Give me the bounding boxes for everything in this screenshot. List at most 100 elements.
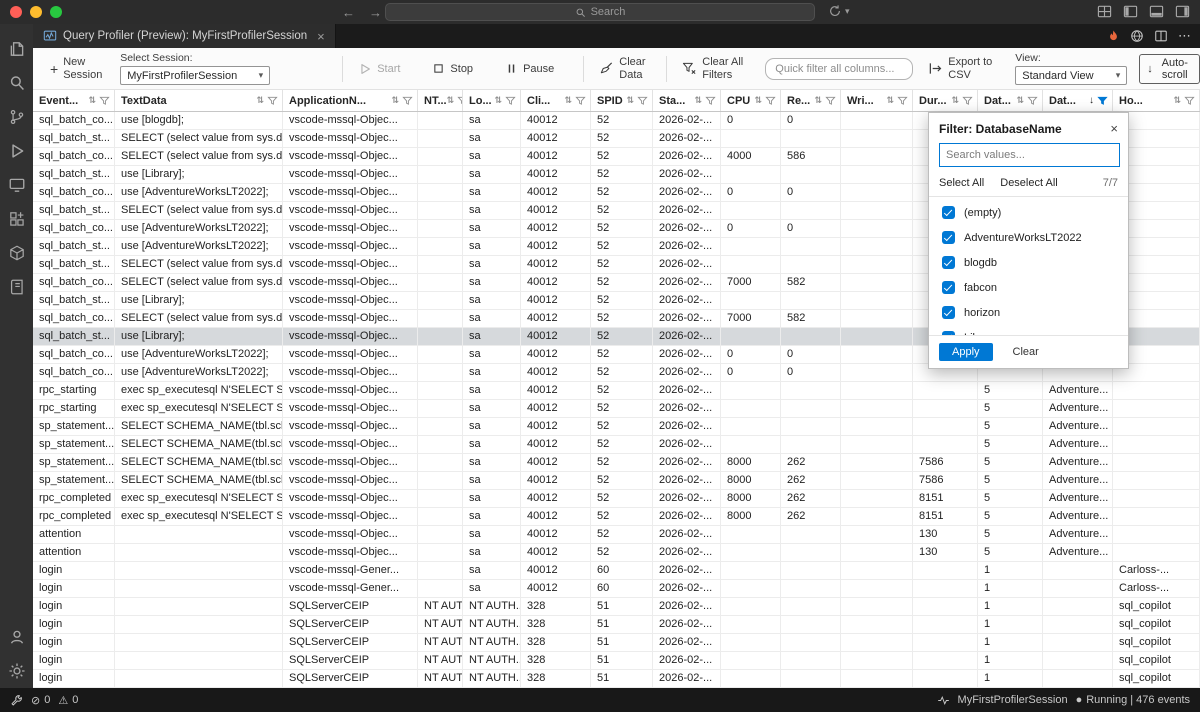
run-debug-icon[interactable]	[0, 134, 33, 168]
column-header[interactable]: Ho...⇅	[1113, 90, 1200, 111]
command-center-search[interactable]: Search	[385, 3, 815, 21]
notebook-icon[interactable]	[0, 270, 33, 304]
sort-icon[interactable]: ⇅	[447, 95, 455, 106]
table-row[interactable]: attentionvscode-mssql-Objec...sa40012522…	[33, 544, 1200, 562]
close-tab-icon[interactable]: ×	[317, 29, 325, 44]
clear-all-filters-button[interactable]: Clear All Filters	[679, 54, 753, 83]
filter-icon[interactable]	[765, 95, 776, 106]
filter-icon[interactable]	[267, 95, 278, 106]
column-header[interactable]: NT...⇅	[418, 90, 463, 111]
column-header[interactable]: SPID⇅	[591, 90, 653, 111]
toggle-panel-bottom-icon[interactable]	[1149, 4, 1164, 19]
pause-button[interactable]: Pause	[502, 60, 557, 77]
flame-icon[interactable]	[1107, 29, 1120, 43]
quick-filter-input[interactable]	[765, 58, 913, 80]
problems-indicator[interactable]: ⊘ 0 ⚠ 0	[31, 694, 78, 707]
select-all-button[interactable]: Select All	[939, 177, 984, 189]
deselect-all-button[interactable]: Deselect All	[1000, 177, 1057, 189]
sort-icon[interactable]: ⇅	[754, 95, 762, 106]
extensions-icon[interactable]	[0, 202, 33, 236]
zoom-window-button[interactable]	[50, 6, 62, 18]
sort-icon[interactable]: ⇅	[391, 95, 399, 106]
column-header[interactable]: Event...⇅	[33, 90, 115, 111]
apply-button[interactable]: Apply	[939, 343, 993, 361]
checkbox-checked-icon[interactable]	[942, 331, 955, 335]
filter-icon[interactable]	[505, 95, 516, 106]
table-row[interactable]: loginSQLServerCEIPNT AUTH...NT AUTH...32…	[33, 598, 1200, 616]
explorer-icon[interactable]	[0, 32, 33, 66]
checkbox-checked-icon[interactable]	[942, 231, 955, 244]
sort-icon[interactable]: ⇅	[694, 95, 702, 106]
sort-icon[interactable]: ⇅	[256, 95, 264, 106]
checkbox-checked-icon[interactable]	[942, 206, 955, 219]
split-editor-icon[interactable]	[1154, 29, 1168, 43]
minimize-window-button[interactable]	[30, 6, 42, 18]
clear-data-button[interactable]: Clear Data	[596, 54, 654, 83]
source-control-icon[interactable]	[0, 100, 33, 134]
filter-option[interactable]: fabcon	[929, 275, 1128, 300]
filter-option[interactable]: Library	[929, 325, 1128, 335]
table-row[interactable]: rpc_startingexec sp_executesql N'SELECT …	[33, 400, 1200, 418]
export-csv-button[interactable]: Export to CSV	[925, 54, 1003, 83]
column-header[interactable]: Sta...⇅	[653, 90, 721, 111]
table-row[interactable]: sp_statement...SELECT SCHEMA_NAME(tbl.sc…	[33, 418, 1200, 436]
sort-icon[interactable]: ⇅	[626, 95, 634, 106]
table-row[interactable]: rpc_startingexec sp_executesql N'SELECT …	[33, 382, 1200, 400]
table-row[interactable]: rpc_completedexec sp_executesql N'SELECT…	[33, 508, 1200, 526]
filter-icon[interactable]	[575, 95, 586, 106]
column-header[interactable]: Re...⇅	[781, 90, 841, 111]
stop-button[interactable]: Stop	[429, 60, 476, 77]
view-select[interactable]: Standard View ▾	[1015, 66, 1127, 85]
start-button[interactable]: Start	[355, 60, 403, 78]
column-header[interactable]: TextData⇅	[115, 90, 283, 111]
column-header[interactable]: CPU⇅	[721, 90, 781, 111]
column-header[interactable]: Wri...⇅	[841, 90, 913, 111]
new-session-button[interactable]: + New Session	[47, 54, 108, 83]
checkbox-checked-icon[interactable]	[942, 306, 955, 319]
column-header[interactable]: Dat...⇅	[978, 90, 1043, 111]
package-icon[interactable]	[0, 236, 33, 270]
column-header[interactable]: ApplicationN...⇅	[283, 90, 418, 111]
run-status-item[interactable]: ● Running | 476 events	[1076, 694, 1190, 706]
customize-layout-icon[interactable]	[1097, 4, 1112, 19]
sort-icon[interactable]: ⇅	[886, 95, 894, 106]
toggle-sidebar-left-icon[interactable]	[1123, 4, 1138, 19]
filter-icon[interactable]	[99, 95, 110, 106]
back-icon[interactable]: ←	[342, 5, 355, 20]
filter-icon[interactable]	[637, 95, 648, 106]
tab-query-profiler[interactable]: Query Profiler (Preview): MyFirstProfile…	[33, 24, 336, 48]
sort-icon[interactable]: ⇅	[951, 95, 959, 106]
sort-icon[interactable]: ⇅	[494, 95, 502, 106]
filter-icon[interactable]	[1184, 95, 1195, 106]
table-row[interactable]: loginSQLServerCEIPNT AUTH...NT AUTH...32…	[33, 634, 1200, 652]
sort-icon[interactable]: ⇅	[1173, 95, 1181, 106]
tools-indicator[interactable]	[10, 694, 23, 707]
table-row[interactable]: loginSQLServerCEIPNT AUTH...NT AUTH...32…	[33, 670, 1200, 688]
filter-option[interactable]: AdventureWorksLT2022	[929, 225, 1128, 250]
account-icon[interactable]	[0, 620, 33, 654]
filter-icon[interactable]	[1027, 95, 1038, 106]
sync-control[interactable]: ▾	[828, 4, 850, 18]
table-row[interactable]: loginvscode-mssql-Gener...sa40012602026-…	[33, 562, 1200, 580]
column-header[interactable]: Cli...⇅	[521, 90, 591, 111]
sort-icon[interactable]: ⇅	[564, 95, 572, 106]
checkbox-checked-icon[interactable]	[942, 281, 955, 294]
table-row[interactable]: attentionvscode-mssql-Objec...sa40012522…	[33, 526, 1200, 544]
globe-icon[interactable]	[1130, 29, 1144, 43]
checkbox-checked-icon[interactable]	[942, 256, 955, 269]
filter-option[interactable]: horizon	[929, 300, 1128, 325]
filter-option[interactable]: (empty)	[929, 200, 1128, 225]
autoscroll-button[interactable]: ↓ Auto-scroll	[1139, 54, 1200, 84]
filter-icon[interactable]	[402, 95, 413, 106]
session-select[interactable]: MyFirstProfilerSession ▾	[120, 66, 270, 85]
filter-icon[interactable]	[705, 95, 716, 106]
close-window-button[interactable]	[10, 6, 22, 18]
session-status-item[interactable]: MyFirstProfilerSession	[958, 694, 1068, 706]
forward-icon[interactable]: →	[369, 5, 382, 20]
sort-icon[interactable]: ↓	[1089, 95, 1094, 106]
toggle-sidebar-right-icon[interactable]	[1175, 4, 1190, 19]
filter-search-input[interactable]	[939, 143, 1120, 167]
table-row[interactable]: sp_statement...SELECT SCHEMA_NAME(tbl.sc…	[33, 454, 1200, 472]
table-row[interactable]: loginSQLServerCEIPNT AUTH...NT AUTH...32…	[33, 652, 1200, 670]
settings-gear-icon[interactable]	[0, 654, 33, 688]
